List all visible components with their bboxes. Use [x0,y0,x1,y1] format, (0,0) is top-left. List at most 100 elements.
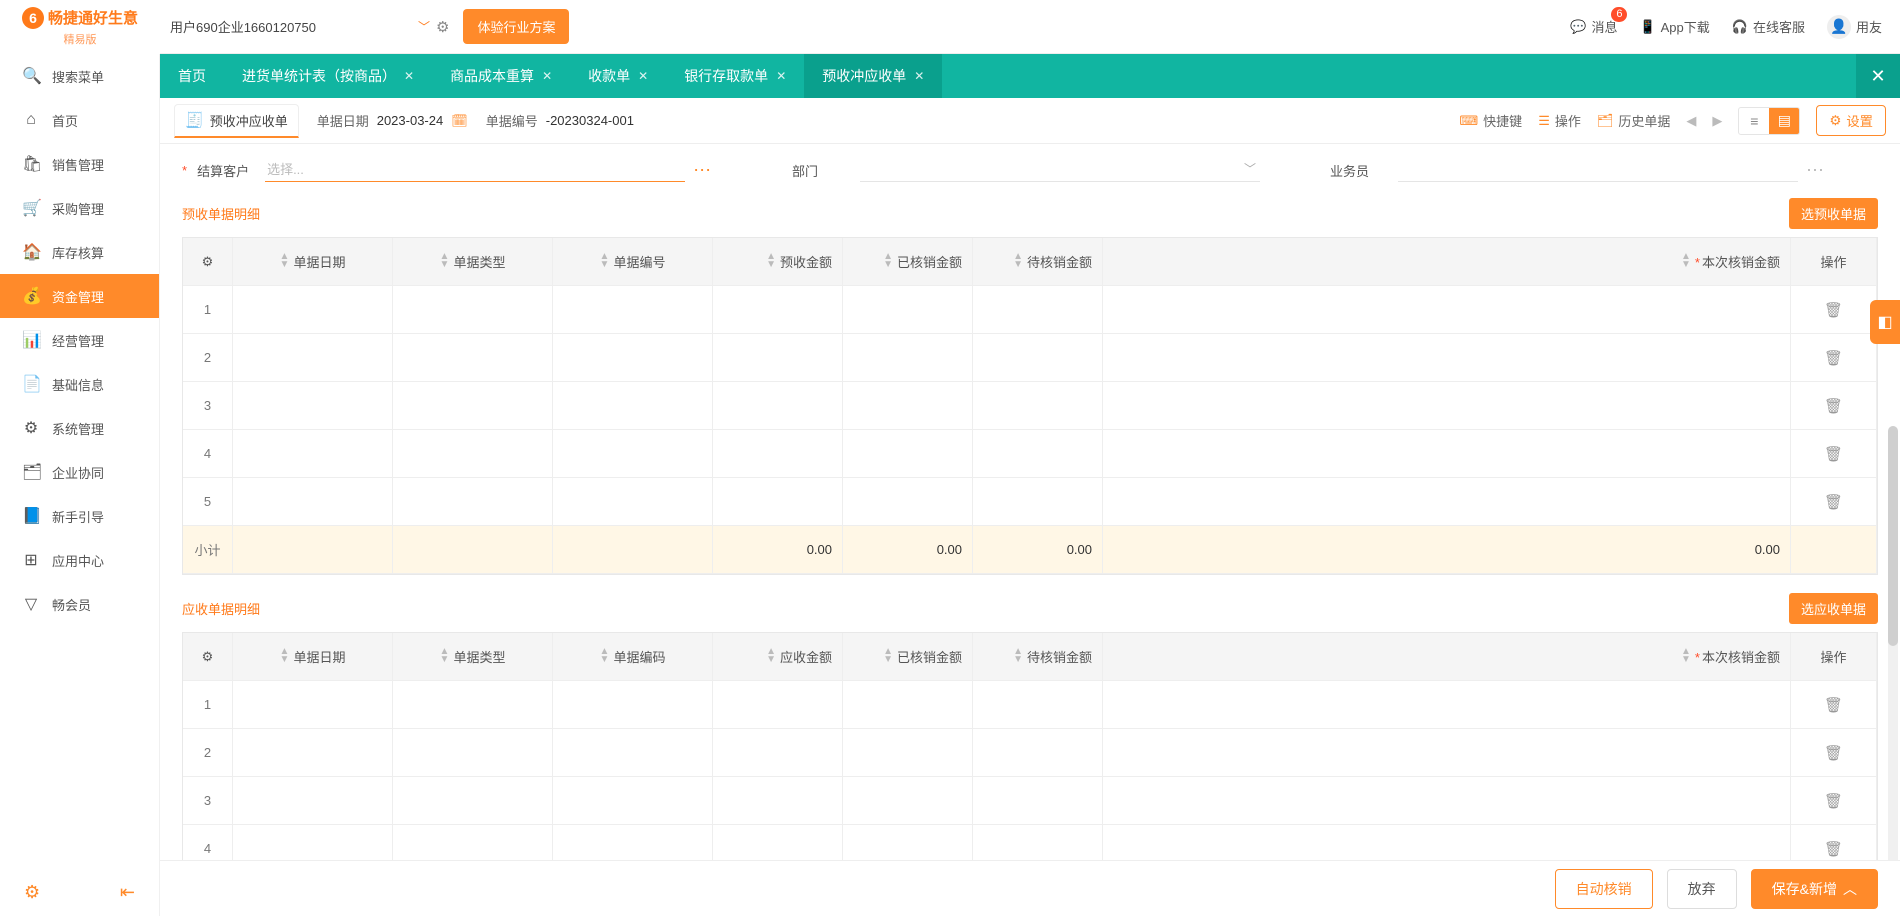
table-row[interactable]: 4🗑 [183,430,1877,478]
required-icon: * [182,163,187,178]
prev-icon[interactable]: ◀ [1686,113,1696,129]
messages-badge: 6 [1611,7,1627,22]
delete-icon[interactable]: 🗑 [1824,302,1843,319]
company-select[interactable]: 用户690企业1660120750 [170,17,410,36]
delete-icon[interactable]: 🗑 [1824,494,1843,511]
col-settings-icon[interactable]: ⚙ [183,238,233,286]
chevron-down-icon[interactable]: ﹀ [1244,160,1256,177]
doc-tab[interactable]: 🧾 预收冲应收单 [174,104,299,138]
sidebar-item-11[interactable]: ⊞ 应用中心 [0,538,159,582]
nav-label: 系统管理 [52,419,104,438]
sidebar-item-2[interactable]: 🛍销售管理 [0,142,159,186]
close-icon[interactable]: ✕ [776,69,786,83]
chevron-down-icon[interactable]: ﹀ [418,18,430,35]
nav-icon: ⊞ [22,550,40,570]
table-row[interactable]: 1🗑 [183,286,1877,334]
next-icon[interactable]: ▶ [1712,113,1722,129]
table-row[interactable]: 2🗑 [183,729,1877,777]
nav-icon: 🛒 [22,198,40,218]
col-settings-icon[interactable]: ⚙ [183,633,233,681]
app-download-label: App下载 [1661,17,1710,36]
shortcut-link[interactable]: ⌨快捷键 [1459,111,1522,130]
select-prepay-button[interactable]: 选预收单据 [1789,198,1878,229]
operate-link[interactable]: ☰操作 [1538,111,1581,130]
delete-icon[interactable]: 🗑 [1824,841,1843,858]
customer-picker-icon[interactable]: ⋯ [693,160,712,181]
doc-date-value[interactable]: 2023-03-24 [377,113,444,128]
receivable-table: ⚙▲▼单据日期▲▼单据类型▲▼单据编码▲▼应收金额▲▼已核销金额▲▼待核销金额▲… [182,632,1878,860]
delete-icon[interactable]: 🗑 [1824,350,1843,367]
close-icon[interactable]: ✕ [638,69,648,83]
settings-gear-icon[interactable]: ⚙ [24,882,40,903]
company-settings-icon[interactable]: ⚙ [436,18,449,36]
tab-3[interactable]: 收款单 ✕ [570,54,666,98]
delete-icon[interactable]: 🗑 [1824,697,1843,714]
sidebar-item-3[interactable]: 🛒采购管理 [0,186,159,230]
sidebar-item-6[interactable]: 📊经营管理 [0,318,159,362]
tab-4[interactable]: 银行存取款单✕ [666,54,804,98]
user-menu[interactable]: 👤 用友 [1827,15,1882,39]
sidebar-item-1[interactable]: ⌂ 首页 [0,98,159,142]
sidebar-item-8[interactable]: ⚙系统管理 [0,406,159,450]
discard-button[interactable]: 放弃 [1667,869,1737,909]
settings-button[interactable]: ⚙设置 [1816,105,1886,136]
brand-sub: 精易版 [64,31,97,47]
table-row[interactable]: 1🗑 [183,681,1877,729]
nav-label: 经营管理 [52,331,104,350]
sidebar-item-10[interactable]: 📘新手引导 [0,494,159,538]
save-new-button[interactable]: 保存&新增︿ [1751,869,1878,909]
delete-icon[interactable]: 🗑 [1824,745,1843,762]
side-rail-icon[interactable]: ◧ [1870,300,1900,344]
table-row[interactable]: 3🗑 [183,777,1877,825]
table-row[interactable]: 4🗑 [183,825,1877,860]
experience-button[interactable]: 体验行业方案 [463,9,569,44]
sidebar-item-12[interactable]: ▽畅会员 [0,582,159,626]
sidebar-item-4[interactable]: 🏠库存核算 [0,230,159,274]
nav-icon: 🏠 [22,242,40,262]
select-receivable-button[interactable]: 选应收单据 [1789,593,1878,624]
nav-icon: ⌂ [22,111,40,129]
close-icon[interactable]: ✕ [542,69,552,83]
app-download-link[interactable]: 📱 App下载 [1639,17,1709,36]
customer-input[interactable] [265,158,685,182]
close-all-tabs[interactable]: ✕ [1856,54,1900,98]
tab-5[interactable]: 预收冲应收单✕ [804,54,942,98]
tab-1[interactable]: 进货单统计表（按商品）✕ [224,54,432,98]
auto-match-button[interactable]: 自动核销 [1555,869,1653,909]
nav-label: 应用中心 [52,551,104,570]
sidebar-item-0[interactable]: 🔍搜索菜单 [0,54,159,98]
tab-label: 收款单 [588,66,630,86]
salesman-input[interactable] [1398,158,1798,182]
scrollbar[interactable] [1888,426,1898,860]
close-icon[interactable]: ✕ [404,69,414,83]
delete-icon[interactable]: 🗑 [1824,793,1843,810]
table-row[interactable]: 2🗑 [183,334,1877,382]
view-list-icon[interactable]: ≡ [1739,108,1769,134]
sidebar-item-5[interactable]: 💰资金管理 [0,274,159,318]
nav-icon: 🗂 [22,462,40,482]
tab-label: 商品成本重算 [450,66,534,86]
brand-text: 畅捷通好生意 [48,7,138,28]
history-link[interactable]: 🗂历史单据 [1597,111,1671,130]
operate-label: 操作 [1555,111,1581,130]
calendar-icon[interactable]: 🗓 [451,113,468,129]
sidebar-item-7[interactable]: 📄基础信息 [0,362,159,406]
table-row[interactable]: 5🗑 [183,478,1877,526]
view-card-icon[interactable]: ▤ [1769,108,1799,134]
sidebar: 🔍搜索菜单⌂首页🛍销售管理🛒采购管理🏠库存核算💰资金管理📊经营管理📄基础信息⚙系… [0,54,160,916]
online-cs-link[interactable]: 🎧 在线客服 [1732,17,1805,36]
table-row[interactable]: 3🗑 [183,382,1877,430]
delete-icon[interactable]: 🗑 [1824,446,1843,463]
nav-icon: ▽ [22,594,40,614]
tab-2[interactable]: 商品成本重算 ✕ [432,54,570,98]
salesman-picker-icon[interactable]: ⋯ [1806,160,1825,181]
tab-0[interactable]: 首页 [160,54,224,98]
collapse-icon[interactable]: ⇤ [120,882,135,903]
close-icon[interactable]: ✕ [914,69,924,83]
delete-icon[interactable]: 🗑 [1824,398,1843,415]
nav-label: 首页 [52,111,78,130]
messages-link[interactable]: 💬 消息 6 [1570,17,1617,36]
dept-select[interactable] [860,158,1260,182]
nav-icon: 🔍 [22,66,40,86]
sidebar-item-9[interactable]: 🗂企业协同 [0,450,159,494]
